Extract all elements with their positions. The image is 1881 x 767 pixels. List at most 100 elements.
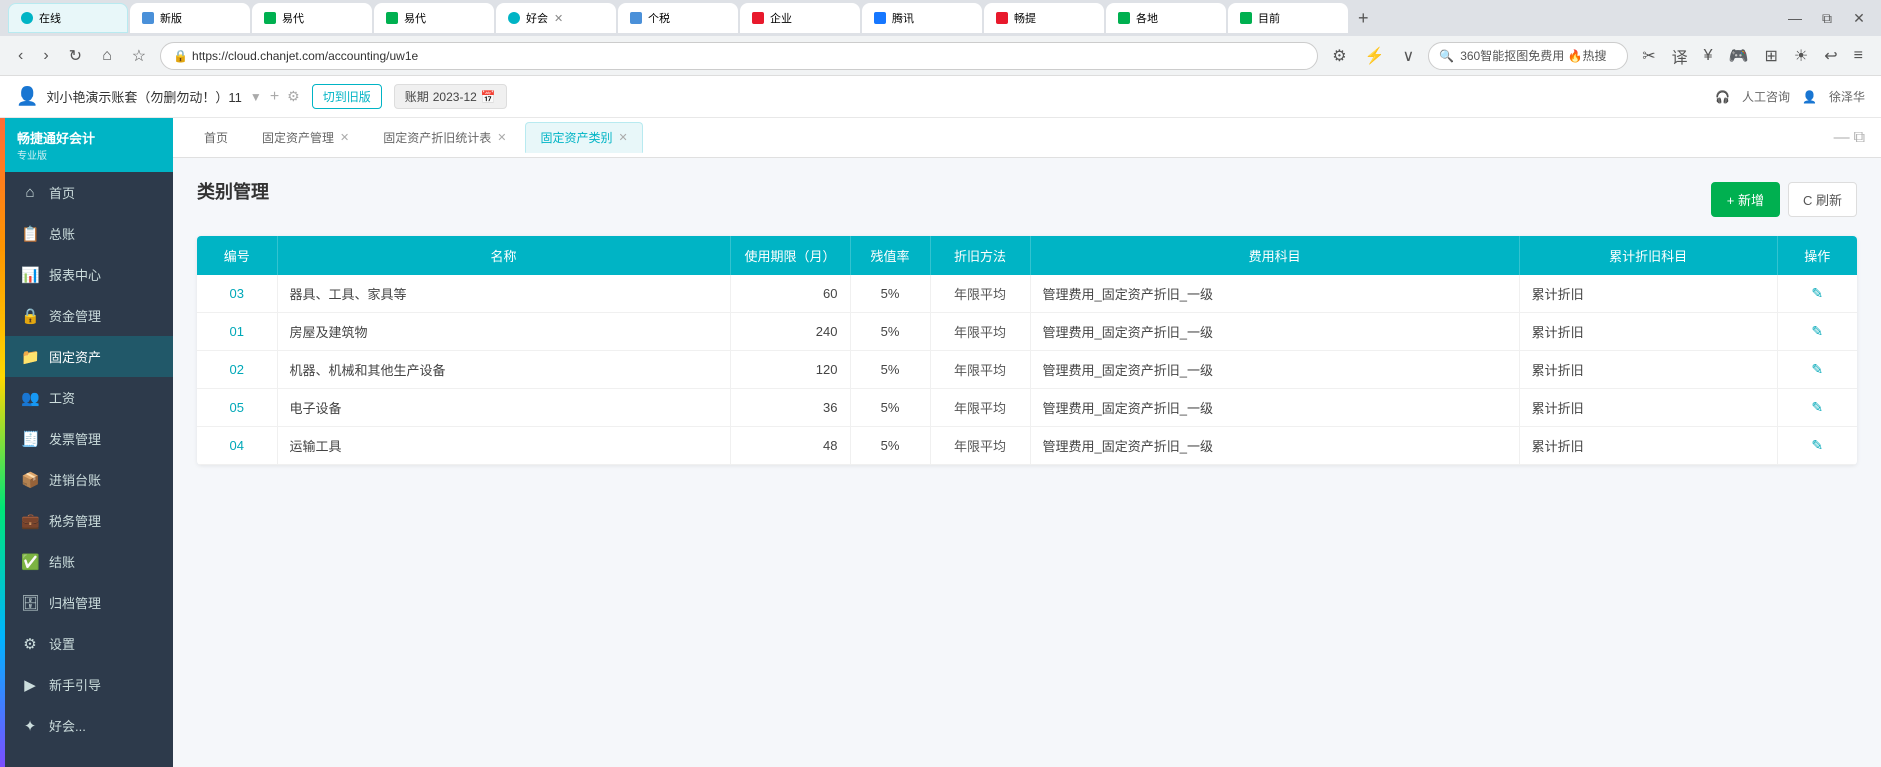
- address-bar[interactable]: 🔒 https://cloud.chanjet.com/accounting/u…: [160, 42, 1318, 70]
- table-row: 05 电子设备 36 5% 年限平均 管理费用_固定资产折旧_一级 累计折旧 ✎: [197, 389, 1857, 427]
- tab-home[interactable]: 首页: [189, 122, 243, 153]
- back-button[interactable]: ‹: [12, 43, 29, 69]
- company-dropdown[interactable]: ▼: [250, 90, 262, 104]
- sidebar-item-finance[interactable]: 🔒 资金管理: [5, 295, 173, 336]
- reload-button[interactable]: ↻: [63, 42, 88, 70]
- sidebar-item-reports[interactable]: 📊 报表中心: [5, 254, 173, 295]
- translate-button[interactable]: 译: [1666, 40, 1694, 72]
- cell-name-4: 运输工具: [277, 427, 730, 465]
- sidebar-label-tax: 税务管理: [49, 511, 101, 530]
- cell-residual-2: 5%: [850, 351, 930, 389]
- browser-tab-close[interactable]: ✕: [554, 12, 563, 25]
- cell-name-2: 机器、机械和其他生产设备: [277, 351, 730, 389]
- sidebar-label-finance: 资金管理: [49, 306, 101, 325]
- cell-method-0: 年限平均: [930, 275, 1030, 313]
- company-info: 👤 刘小艳演示账套（勿删勿动！）11 ▼ + ⚙: [16, 86, 300, 107]
- cast-button[interactable]: ⚡: [1359, 42, 1391, 70]
- tab-depreciation-report[interactable]: 固定资产折旧统计表 ✕: [368, 122, 521, 153]
- user-icon: 👤: [16, 86, 38, 107]
- bookmark-button[interactable]: ☆: [126, 42, 152, 70]
- maximize-panel-button[interactable]: ⧉: [1854, 129, 1865, 147]
- period-value: 2023-12: [433, 90, 477, 104]
- browser-tab-active[interactable]: 好会 ✕: [496, 3, 616, 33]
- sidebar-item-more[interactable]: ✦ 好会...: [5, 705, 173, 746]
- forward-button[interactable]: ›: [37, 43, 54, 69]
- sidebar-item-home[interactable]: ⌂ 首页: [5, 172, 173, 213]
- user-avatar-icon: 👤: [1802, 90, 1817, 104]
- browser-tab-1[interactable]: 在线: [8, 3, 128, 33]
- edit-button-3[interactable]: ✎: [1805, 397, 1829, 417]
- app-wrapper: 👤 刘小艳演示账套（勿删勿动！）11 ▼ + ⚙ 切到旧版 账期 2023-12…: [0, 76, 1881, 767]
- brightness-button[interactable]: ☀: [1788, 42, 1814, 70]
- browser-tab-5[interactable]: 个税: [618, 3, 738, 33]
- tab-asset-category[interactable]: 固定资产类别 ✕: [525, 122, 642, 153]
- table-row: 01 房屋及建筑物 240 5% 年限平均 管理费用_固定资产折旧_一级 累计折…: [197, 313, 1857, 351]
- browser-tab-9[interactable]: 各地: [1106, 3, 1226, 33]
- edit-button-0[interactable]: ✎: [1805, 283, 1829, 303]
- cut-button[interactable]: ✂: [1636, 42, 1661, 70]
- refresh-button[interactable]: C 刷新: [1788, 182, 1857, 217]
- sidebar-item-invoice[interactable]: 🧾 发票管理: [5, 418, 173, 459]
- menu-button[interactable]: ≡: [1848, 43, 1869, 69]
- sidebar-item-closing[interactable]: ✅ 结账: [5, 541, 173, 582]
- browser-tab-4[interactable]: 易代: [374, 3, 494, 33]
- new-tab-button[interactable]: +: [1350, 8, 1377, 29]
- tab-close-2[interactable]: ✕: [497, 131, 506, 144]
- lock-icon: 🔒: [173, 49, 188, 63]
- browser-tab-3[interactable]: 易代: [252, 3, 372, 33]
- search-bar[interactable]: 🔍 360智能抠图免费用 🔥热搜: [1428, 42, 1628, 70]
- cell-period-4: 48: [730, 427, 850, 465]
- edit-button-2[interactable]: ✎: [1805, 359, 1829, 379]
- sidebar-item-archive[interactable]: 🗄 归档管理: [5, 582, 173, 623]
- cell-residual-3: 5%: [850, 389, 930, 427]
- close-button[interactable]: ✕: [1845, 4, 1873, 32]
- extensions-button[interactable]: ⚙: [1326, 42, 1352, 70]
- cell-action-1[interactable]: ✎: [1777, 313, 1857, 351]
- settings-gear-icon[interactable]: ⚙: [287, 88, 300, 105]
- browser-tab-2[interactable]: 新版: [130, 3, 250, 33]
- tab-close-1[interactable]: ✕: [340, 131, 349, 144]
- restore-button[interactable]: ⧉: [1813, 4, 1841, 32]
- sidebar-item-ledger[interactable]: 📋 总账: [5, 213, 173, 254]
- undo-button[interactable]: ↩: [1818, 42, 1843, 70]
- cell-residual-1: 5%: [850, 313, 930, 351]
- minimize-panel-button[interactable]: —: [1834, 129, 1850, 147]
- cell-action-2[interactable]: ✎: [1777, 351, 1857, 389]
- edit-button-4[interactable]: ✎: [1805, 435, 1829, 455]
- game-button[interactable]: 🎮: [1723, 42, 1755, 70]
- cell-id-2: 02: [197, 351, 277, 389]
- browser-tab-7[interactable]: 腾讯: [862, 3, 982, 33]
- sidebar-item-payroll[interactable]: 👥 工资: [5, 377, 173, 418]
- sidebar-item-settings[interactable]: ⚙ 设置: [5, 623, 173, 664]
- sidebar-item-tax[interactable]: 💼 税务管理: [5, 500, 173, 541]
- cell-action-4[interactable]: ✎: [1777, 427, 1857, 465]
- download-button[interactable]: ∨: [1397, 42, 1421, 70]
- ledger-icon: 📋: [21, 225, 39, 243]
- sidebar-label-payroll: 工资: [49, 388, 75, 407]
- home-button[interactable]: ⌂: [96, 43, 118, 69]
- tab-close-3[interactable]: ✕: [619, 131, 628, 144]
- sidebar-label-closing: 结账: [49, 552, 75, 571]
- edit-button-1[interactable]: ✎: [1805, 321, 1829, 341]
- cell-expense-4: 管理费用_固定资产折旧_一级: [1030, 427, 1519, 465]
- sidebar-item-fixed-assets[interactable]: 📁 固定资产: [5, 336, 173, 377]
- browser-tab-10[interactable]: 目前: [1228, 3, 1348, 33]
- browser-tab-8[interactable]: 畅提: [984, 3, 1104, 33]
- switch-view-button[interactable]: 切到旧版: [312, 84, 382, 109]
- add-button[interactable]: + 新增: [1711, 182, 1780, 217]
- tab-asset-category-label: 固定资产类别: [540, 129, 612, 146]
- wallet-button[interactable]: ¥: [1698, 43, 1719, 69]
- app-body: 畅捷通好会计 专业版 ⌂ 首页 📋 总账 📊 报表中心 🔒: [0, 118, 1881, 767]
- cell-accumulated-2: 累计折旧: [1519, 351, 1777, 389]
- cell-action-0[interactable]: ✎: [1777, 275, 1857, 313]
- sidebar-item-inventory[interactable]: 📦 进销台账: [5, 459, 173, 500]
- minimize-button[interactable]: —: [1781, 4, 1809, 32]
- period-badge: 账期 2023-12 📅: [394, 84, 507, 109]
- add-company-button[interactable]: +: [270, 88, 279, 106]
- sidebar-item-guide[interactable]: ▶ 新手引导: [5, 664, 173, 705]
- url-text: https://cloud.chanjet.com/accounting/uw1…: [192, 49, 418, 63]
- cell-action-3[interactable]: ✎: [1777, 389, 1857, 427]
- grid-button[interactable]: ⊞: [1759, 42, 1784, 70]
- browser-tab-6[interactable]: 企业: [740, 3, 860, 33]
- tab-fixed-assets-mgmt[interactable]: 固定资产管理 ✕: [247, 122, 364, 153]
